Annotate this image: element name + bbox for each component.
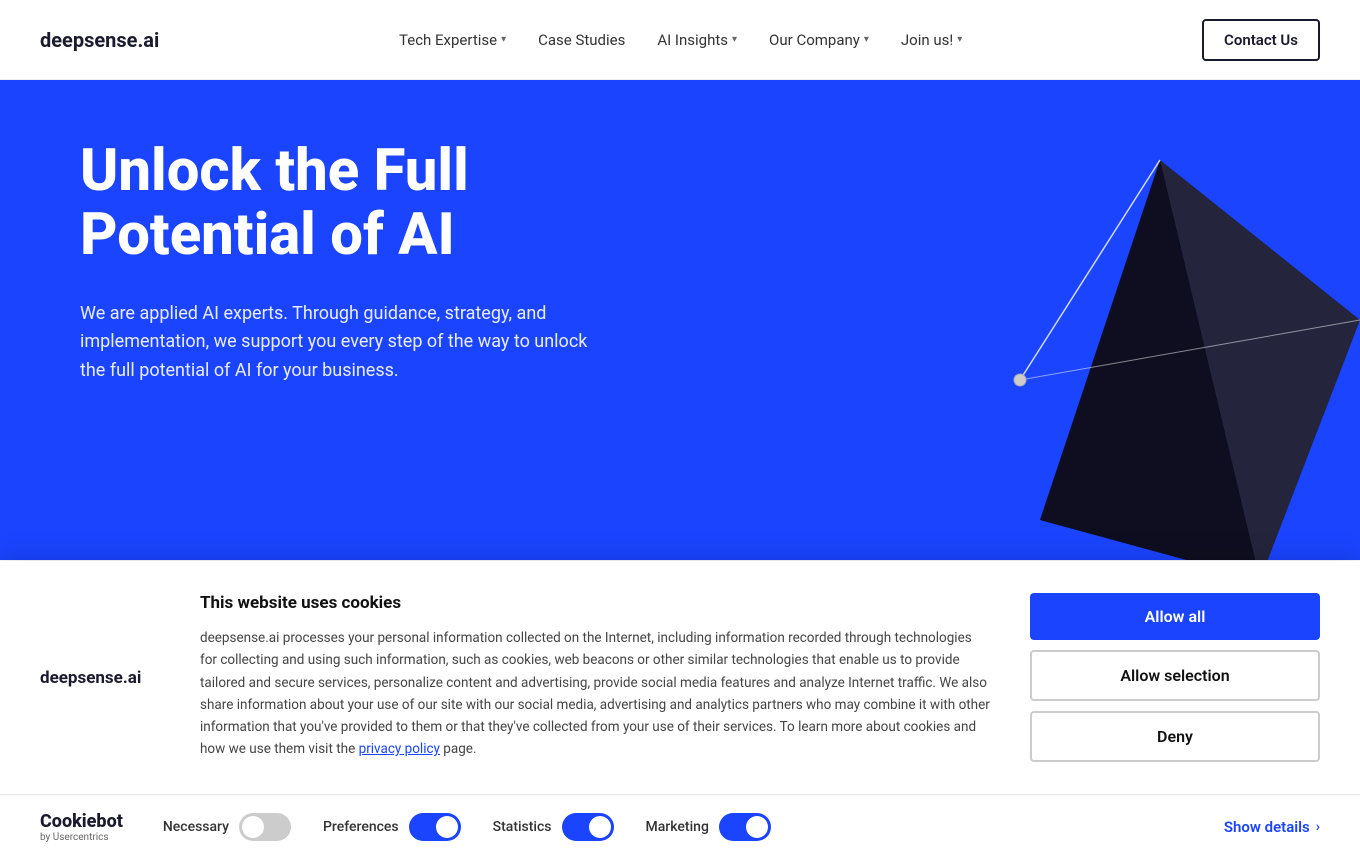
toggle-necessary-track: [239, 813, 291, 841]
cookiebot-logo: Cookiebot by Usercentrics: [40, 811, 123, 843]
toggle-necessary-switch[interactable]: [239, 813, 291, 841]
cookie-toggles: Necessary Preferences: [163, 813, 1320, 841]
toggle-preferences-switch[interactable]: [409, 813, 461, 841]
allow-selection-button[interactable]: Allow selection: [1030, 650, 1320, 701]
toggle-marketing-track: [719, 813, 771, 841]
toggle-marketing-label: Marketing: [646, 819, 709, 835]
cookie-banner: deepsense.ai This website uses cookies d…: [0, 561, 1360, 859]
cookie-brand-logo: deepsense.ai: [40, 593, 200, 762]
cookie-content: This website uses cookies deepsense.ai p…: [200, 593, 1030, 762]
toggle-preferences-track: [409, 813, 461, 841]
cookie-buttons: Allow all Allow selection Deny: [1030, 593, 1320, 762]
toggle-statistics: Statistics: [493, 813, 614, 841]
toggle-preferences: Preferences: [323, 813, 461, 841]
show-details-label: Show details: [1224, 818, 1310, 836]
toggle-necessary-label: Necessary: [163, 819, 229, 835]
privacy-policy-link[interactable]: privacy policy: [359, 741, 440, 757]
allow-all-button[interactable]: Allow all: [1030, 593, 1320, 640]
toggle-necessary-thumb: [242, 816, 264, 838]
toggle-statistics-track: [562, 813, 614, 841]
show-details-button[interactable]: Show details ›: [1224, 818, 1320, 836]
cookie-title: This website uses cookies: [200, 593, 990, 613]
cookiebot-name: Cookiebot: [40, 811, 123, 832]
toggle-statistics-switch[interactable]: [562, 813, 614, 841]
deny-button[interactable]: Deny: [1030, 711, 1320, 762]
toggle-statistics-thumb: [589, 816, 611, 838]
cookie-overlay: deepsense.ai This website uses cookies d…: [0, 0, 1360, 859]
toggle-marketing-thumb: [746, 816, 768, 838]
toggle-preferences-label: Preferences: [323, 819, 399, 835]
toggle-preferences-thumb: [436, 816, 458, 838]
toggle-marketing-switch[interactable]: [719, 813, 771, 841]
toggle-statistics-label: Statistics: [493, 819, 552, 835]
toggle-marketing: Marketing: [646, 813, 771, 841]
cookie-main: deepsense.ai This website uses cookies d…: [0, 561, 1360, 795]
toggle-necessary: Necessary: [163, 813, 291, 841]
cookie-body: deepsense.ai processes your personal inf…: [200, 627, 990, 761]
cookie-footer: Cookiebot by Usercentrics Necessary Pref…: [0, 795, 1360, 859]
chevron-right-icon: ›: [1316, 819, 1320, 835]
cookiebot-sub: by Usercentrics: [40, 832, 109, 843]
